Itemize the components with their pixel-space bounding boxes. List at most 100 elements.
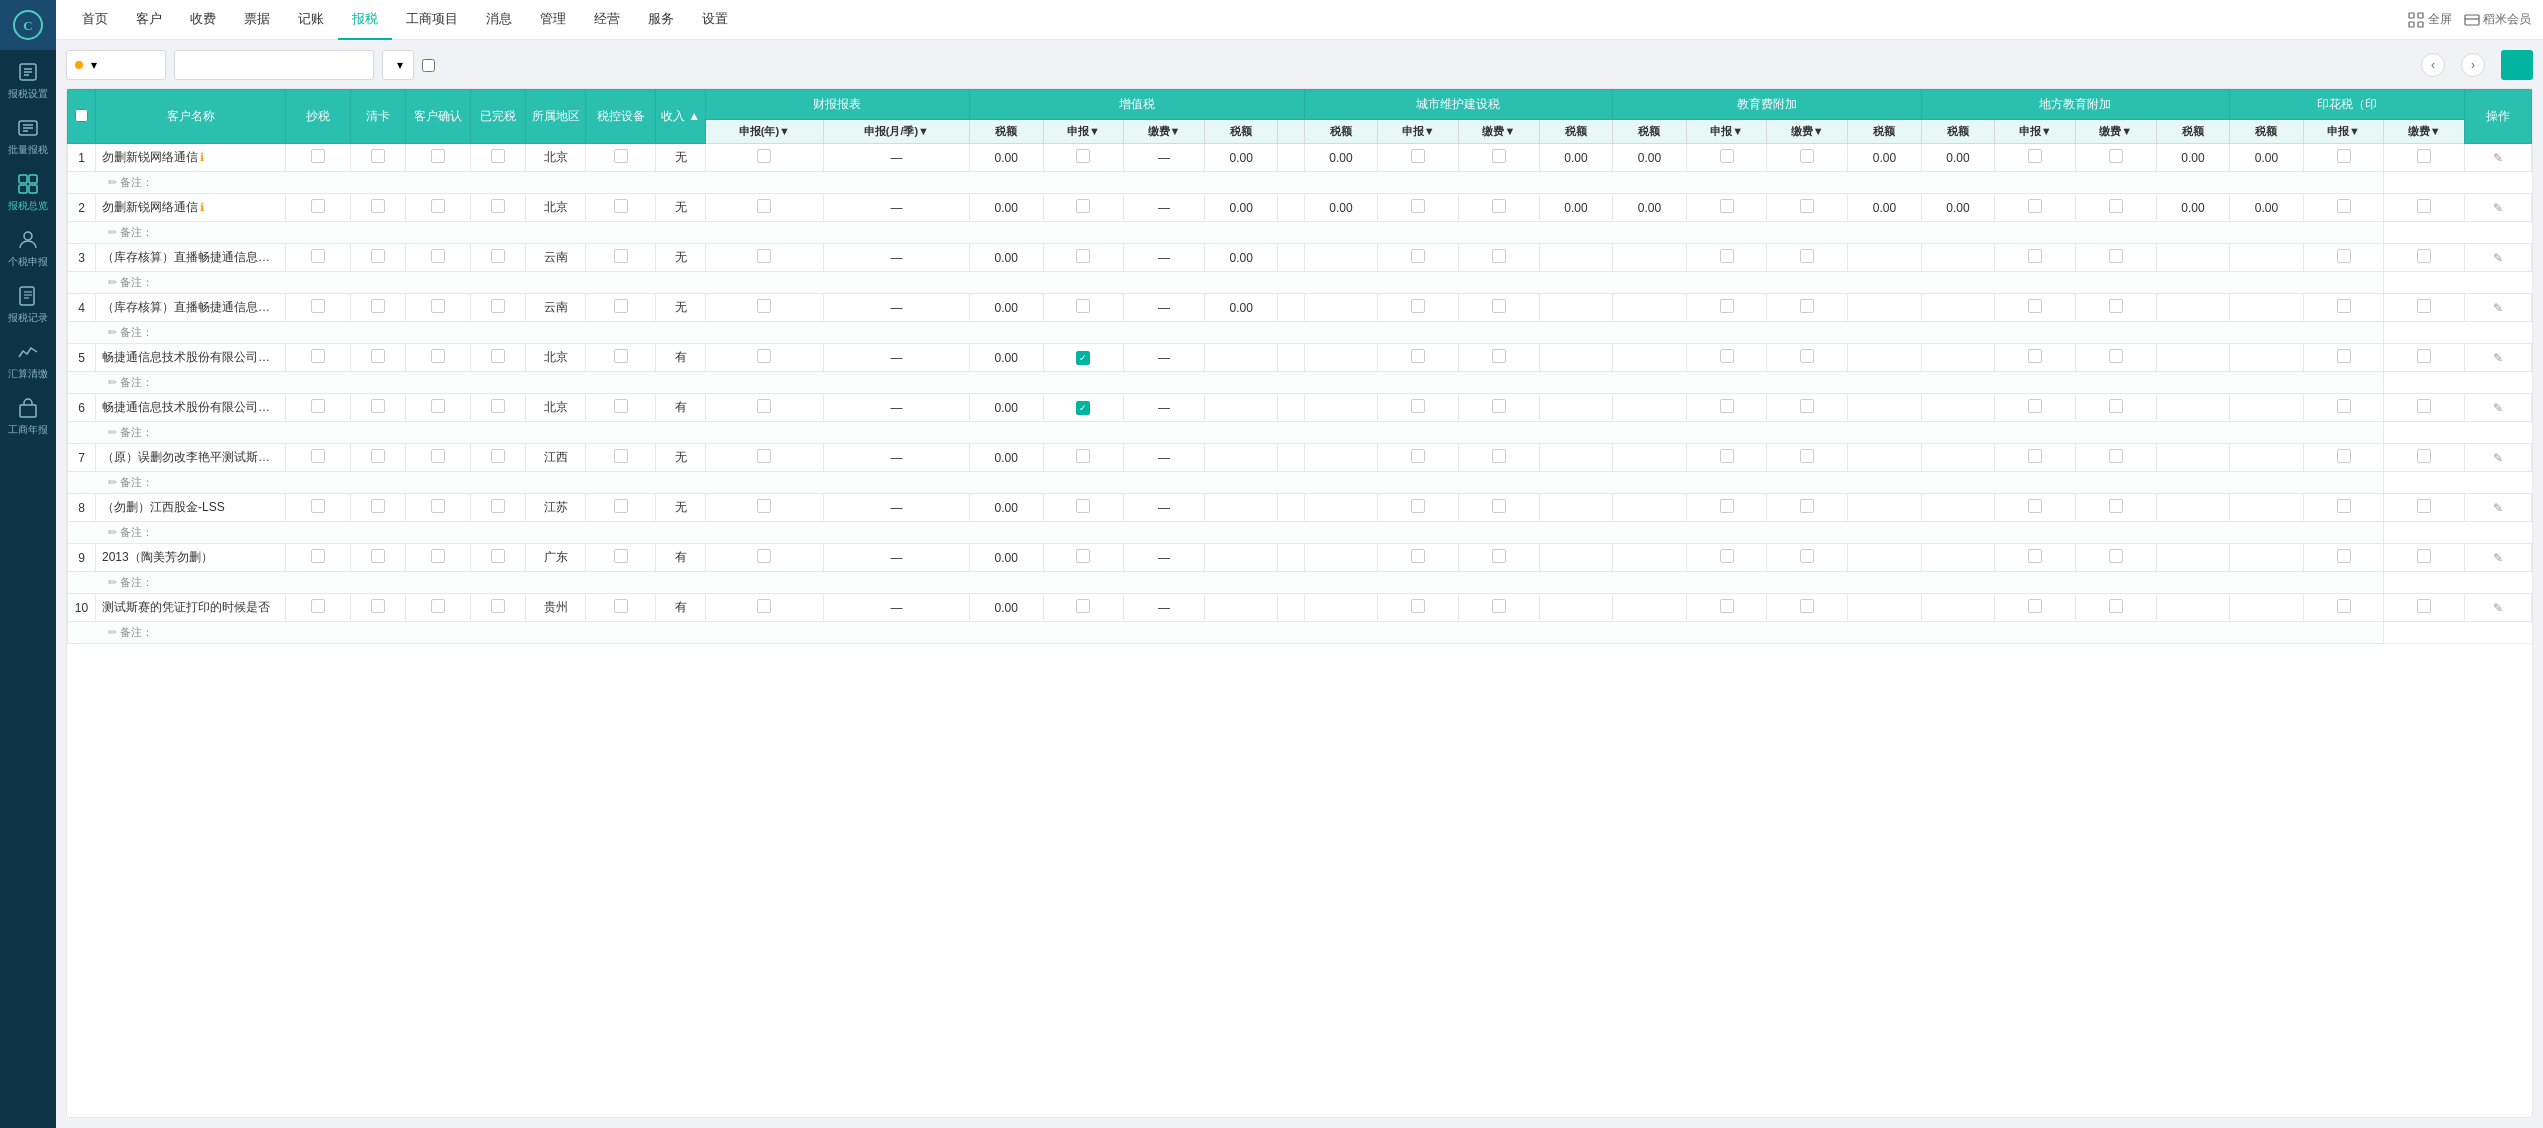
stamp-cell-1[interactable] (2303, 294, 2384, 322)
vat-declare-cell[interactable] (1043, 594, 1124, 622)
unchecked-box[interactable] (614, 549, 628, 563)
member-btn[interactable]: 稻米会员 (2464, 11, 2531, 28)
unchecked-box[interactable] (1720, 249, 1734, 263)
finance-year-cell[interactable] (706, 194, 824, 222)
unchecked-box[interactable] (1800, 549, 1814, 563)
mingxia-checkbox[interactable] (422, 59, 435, 72)
unchecked-box[interactable] (757, 199, 771, 213)
unchecked-box[interactable] (614, 349, 628, 363)
local-cell-2[interactable] (2075, 394, 2156, 422)
sidebar-item-baoshuishezhi[interactable]: 报税设置 (0, 50, 56, 106)
edu-cell-1[interactable] (1686, 444, 1767, 472)
edu-cell-1[interactable] (1686, 544, 1767, 572)
vat-declare-cell[interactable] (1043, 444, 1124, 472)
sidebar-item-piliang[interactable]: 批量报税 (0, 106, 56, 162)
unchecked-box[interactable] (757, 349, 771, 363)
edit-icon[interactable]: ✎ (2493, 301, 2503, 315)
stamp-cell-1[interactable] (2303, 344, 2384, 372)
unchecked-box[interactable] (614, 449, 628, 463)
sidebar-item-geshui[interactable]: 个税申报 (0, 218, 56, 274)
checkbox-cell-withdraw[interactable] (351, 544, 406, 572)
sidebar-item-gongshangnian[interactable]: 工商年报 (0, 386, 56, 442)
unchecked-box[interactable] (431, 349, 445, 363)
checkbox-cell-taxtype[interactable] (286, 594, 351, 622)
unchecked-box[interactable] (757, 299, 771, 313)
unchecked-box[interactable] (431, 399, 445, 413)
checkbox-cell-withdraw[interactable] (351, 444, 406, 472)
unchecked-box[interactable] (1800, 199, 1814, 213)
checkbox-cell-taxtype[interactable] (286, 194, 351, 222)
note-cell[interactable]: ✏备注： (68, 422, 2384, 444)
finance-year-cell[interactable] (706, 394, 824, 422)
unchecked-box[interactable] (311, 249, 325, 263)
unchecked-box[interactable] (311, 599, 325, 613)
device-cell[interactable] (586, 194, 656, 222)
stamp-cell-1[interactable] (2303, 544, 2384, 572)
unchecked-box[interactable] (2337, 449, 2351, 463)
edu-cell-2[interactable] (1767, 394, 1848, 422)
local-cell-1[interactable] (1995, 444, 2076, 472)
checkbox-cell-taxtype[interactable] (286, 244, 351, 272)
unchecked-box[interactable] (2109, 349, 2123, 363)
unchecked-box[interactable] (1492, 349, 1506, 363)
edu-cell-1[interactable] (1686, 244, 1767, 272)
checkbox-cell-taxtype[interactable] (286, 444, 351, 472)
unchecked-box[interactable] (2028, 449, 2042, 463)
next-month-btn[interactable]: › (2461, 53, 2485, 77)
city-cell-1[interactable] (1378, 444, 1459, 472)
device-cell[interactable] (586, 544, 656, 572)
note-cell[interactable]: ✏备注： (68, 472, 2384, 494)
unchecked-box[interactable] (491, 599, 505, 613)
nav-piaoju[interactable]: 票据 (230, 0, 284, 40)
unchecked-box[interactable] (1076, 199, 1090, 213)
nav-shoufei[interactable]: 收费 (176, 0, 230, 40)
local-cell-2[interactable] (2075, 294, 2156, 322)
finance-year-cell[interactable] (706, 344, 824, 372)
local-cell-1[interactable] (1995, 494, 2076, 522)
unchecked-box[interactable] (1492, 599, 1506, 613)
finance-year-cell[interactable] (706, 594, 824, 622)
unchecked-box[interactable] (614, 599, 628, 613)
city-cell-2[interactable] (1458, 194, 1539, 222)
checkbox-cell-withdraw[interactable] (351, 144, 406, 172)
unchecked-box[interactable] (1492, 499, 1506, 513)
vat-declare-cell[interactable] (1043, 494, 1124, 522)
th-edu-pay[interactable]: 缴费▼ (1767, 120, 1848, 144)
checkbox-cell-confirm[interactable] (406, 244, 471, 272)
unchecked-box[interactable] (371, 299, 385, 313)
checkbox-cell-filed[interactable] (471, 344, 526, 372)
city-cell-2[interactable] (1458, 444, 1539, 472)
unchecked-box[interactable] (2417, 399, 2431, 413)
checkbox-cell-confirm[interactable] (406, 344, 471, 372)
prev-month-btn[interactable]: ‹ (2421, 53, 2445, 77)
note-cell[interactable]: ✏备注： (68, 322, 2384, 344)
city-cell-1[interactable] (1378, 244, 1459, 272)
city-cell-2[interactable] (1458, 344, 1539, 372)
unchecked-box[interactable] (311, 149, 325, 163)
checkbox-cell-filed[interactable] (471, 244, 526, 272)
company-name[interactable]: 2013（陶美芳勿删） (96, 544, 286, 572)
unchecked-box[interactable] (2109, 449, 2123, 463)
unchecked-box[interactable] (311, 449, 325, 463)
unchecked-box[interactable] (1800, 499, 1814, 513)
unchecked-box[interactable] (2109, 399, 2123, 413)
edit-icon[interactable]: ✎ (2493, 251, 2503, 265)
device-cell[interactable] (586, 594, 656, 622)
unchecked-box[interactable] (431, 549, 445, 563)
edu-cell-2[interactable] (1767, 294, 1848, 322)
unchecked-box[interactable] (2028, 399, 2042, 413)
finance-year-cell[interactable] (706, 244, 824, 272)
unchecked-box[interactable] (311, 199, 325, 213)
company-name[interactable]: 勿删新锐网络通信ℹ (96, 194, 286, 222)
action-cell[interactable]: ✎ (2465, 544, 2532, 572)
action-cell[interactable]: ✎ (2465, 194, 2532, 222)
unchecked-box[interactable] (431, 299, 445, 313)
edit-icon[interactable]: ✎ (2493, 351, 2503, 365)
edit-icon[interactable]: ✎ (2493, 601, 2503, 615)
unchecked-box[interactable] (1411, 199, 1425, 213)
checkbox-cell-withdraw[interactable] (351, 244, 406, 272)
city-cell-1[interactable] (1378, 594, 1459, 622)
stamp-cell-2[interactable] (2384, 544, 2465, 572)
stamp-cell-1[interactable] (2303, 394, 2384, 422)
action-cell[interactable]: ✎ (2465, 394, 2532, 422)
